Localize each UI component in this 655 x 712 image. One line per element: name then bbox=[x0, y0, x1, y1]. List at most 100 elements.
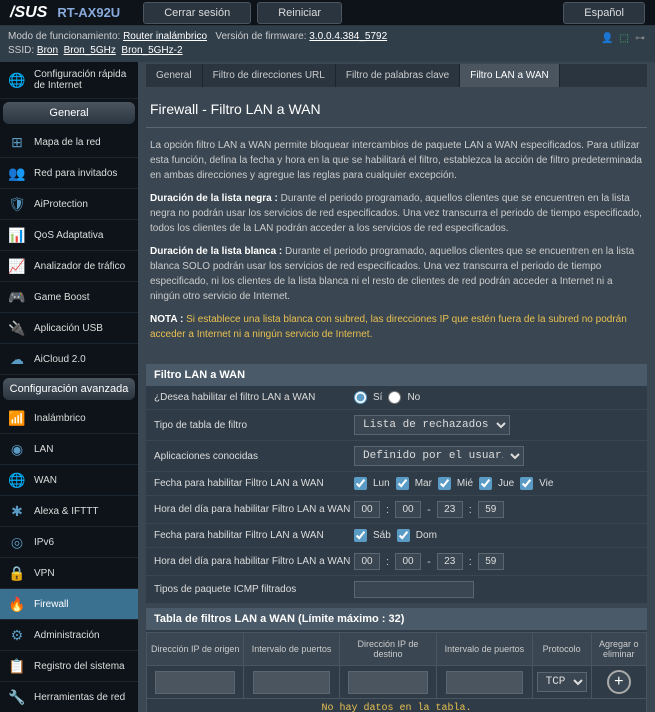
icmp-input[interactable] bbox=[354, 581, 474, 598]
sidebar-icon: 👥 bbox=[8, 165, 26, 181]
enable-yes-radio[interactable] bbox=[354, 391, 367, 404]
time1-label: Hora del día para habilitar Filtro LAN a… bbox=[154, 504, 354, 515]
sidebar-item-alexa-ifttt[interactable]: ✱ Alexa & IFTTT bbox=[0, 496, 138, 527]
day-Vie-checkbox[interactable] bbox=[520, 477, 533, 490]
brand-logo: /SUS bbox=[0, 4, 57, 22]
proto-select[interactable]: TCP bbox=[537, 672, 587, 692]
ssid-3[interactable]: Bron_5GHz-2 bbox=[121, 45, 182, 56]
sidebar-item-herramientas-de-red[interactable]: 🔧Herramientas de red bbox=[0, 682, 138, 712]
desc-p2-bold: Duración de la lista negra : bbox=[150, 193, 278, 204]
mode-link[interactable]: Router inalámbrico bbox=[123, 31, 207, 42]
ssid-label: SSID: bbox=[8, 45, 34, 56]
sidebar-icon: ☁ bbox=[8, 351, 26, 367]
reboot-button[interactable]: Reiniciar bbox=[257, 2, 342, 24]
sidebar-icon: 📊 bbox=[8, 227, 26, 243]
time1-m2[interactable] bbox=[478, 501, 504, 518]
globe-icon: 🌐 bbox=[8, 72, 26, 88]
sidebar-item-qos-adaptativa[interactable]: 📊 QoS Adaptativa bbox=[0, 220, 138, 251]
language-dropdown[interactable]: Español bbox=[563, 2, 645, 24]
content-area: General Filtro de direcciones URL Filtro… bbox=[138, 62, 655, 712]
day-Lun-checkbox[interactable] bbox=[354, 477, 367, 490]
sidebar-item-label: QoS Adaptativa bbox=[34, 230, 104, 241]
sidebar-item-inal-mbrico[interactable]: 📶Inalámbrico bbox=[0, 403, 138, 434]
sidebar-item-label: Inalámbrico bbox=[34, 413, 86, 424]
description: La opción filtro LAN a WAN permite bloqu… bbox=[146, 128, 647, 360]
ssid-1[interactable]: Bron bbox=[37, 45, 58, 56]
usb-icon[interactable]: ⊶ bbox=[635, 32, 645, 46]
apps-select[interactable]: Definido por el usuario bbox=[354, 446, 524, 466]
day-Mié-checkbox[interactable] bbox=[438, 477, 451, 490]
sidebar-item-vpn[interactable]: 🔒VPN bbox=[0, 558, 138, 589]
tabletype-select[interactable]: Lista de rechazados bbox=[354, 415, 510, 435]
time2-h1[interactable] bbox=[354, 553, 380, 570]
sidebar-item-aicloud-2-0[interactable]: ☁ AiCloud 2.0 bbox=[0, 344, 138, 375]
src-ip-input[interactable] bbox=[155, 671, 235, 694]
sidebar-item-aiprotection[interactable]: 🛡AiProtection bbox=[0, 189, 138, 220]
sidebar-icon: 🔥 bbox=[8, 596, 26, 612]
sidebar-item-wan[interactable]: 🌐WAN bbox=[0, 465, 138, 496]
day-Dom-checkbox[interactable] bbox=[397, 529, 410, 542]
tab-lan-wan-filter[interactable]: Filtro LAN a WAN bbox=[460, 64, 560, 87]
tab-keyword-filter[interactable]: Filtro de palabras clave bbox=[336, 64, 460, 87]
sidebar-item-analizador-de-tr-fico[interactable]: 📈Analizador de tráfico bbox=[0, 251, 138, 282]
sidebar-header-advanced: Configuración avanzada bbox=[3, 378, 135, 400]
time2-m2[interactable] bbox=[478, 553, 504, 570]
day-Jue-checkbox[interactable] bbox=[479, 477, 492, 490]
sidebar-item-label: Firewall bbox=[34, 599, 68, 610]
sidebar-item-label: IPv6 bbox=[34, 537, 54, 548]
sidebar-item-ipv6[interactable]: ◎IPv6 bbox=[0, 527, 138, 558]
sidebar-quick-setup[interactable]: 🌐 Configuración rápida de Internet bbox=[0, 62, 138, 99]
yes-label: Sí bbox=[373, 392, 382, 403]
time2-label: Hora del día para habilitar Filtro LAN a… bbox=[154, 556, 354, 567]
sidebar-item-label: AiCloud 2.0 bbox=[34, 354, 86, 365]
time1-h1[interactable] bbox=[354, 501, 380, 518]
day-Mar-checkbox[interactable] bbox=[396, 477, 409, 490]
note-bold: NOTA : bbox=[150, 314, 183, 325]
status-icon-2[interactable]: ⬚ bbox=[620, 32, 629, 46]
add-row-button[interactable]: + bbox=[607, 670, 631, 694]
col-action: Agregar o eliminar bbox=[591, 633, 646, 666]
tab-general[interactable]: General bbox=[146, 64, 203, 87]
section-header-filter: Filtro LAN a WAN bbox=[146, 364, 647, 386]
sidebar-item-aplicaci-n-usb[interactable]: 🔌Aplicación USB bbox=[0, 313, 138, 344]
info-bar: Modo de funcionamiento: Router inalámbri… bbox=[0, 26, 655, 62]
page-title: Firewall - Filtro LAN a WAN bbox=[146, 87, 647, 128]
sidebar-item-game-boost[interactable]: 🎮Game Boost bbox=[0, 282, 138, 313]
mode-label: Modo de funcionamiento: bbox=[8, 31, 120, 42]
dst-ip-input[interactable] bbox=[348, 671, 428, 694]
dst-port-input[interactable] bbox=[446, 671, 524, 694]
day-label: Vie bbox=[539, 478, 553, 489]
sidebar-item-label: Alexa & IFTTT bbox=[34, 506, 98, 517]
sidebar-item-label: Mapa de la red bbox=[34, 137, 101, 148]
section-header-table: Tabla de filtros LAN a WAN (Límite máxim… bbox=[146, 608, 647, 630]
enable-no-radio[interactable] bbox=[388, 391, 401, 404]
logout-button[interactable]: Cerrar sesión bbox=[143, 2, 251, 24]
sidebar-item-registro-del-sistema[interactable]: 📋Registro del sistema bbox=[0, 651, 138, 682]
sidebar-item-firewall[interactable]: 🔥 Firewall bbox=[0, 589, 138, 620]
firmware-link[interactable]: 3.0.0.4.384_5792 bbox=[309, 31, 387, 42]
sidebar-item-lan[interactable]: ◉LAN bbox=[0, 434, 138, 465]
day-Sáb-checkbox[interactable] bbox=[354, 529, 367, 542]
time1-h2[interactable] bbox=[437, 501, 463, 518]
col-src-ip: Dirección IP de origen bbox=[147, 633, 244, 666]
tabletype-label: Tipo de tabla de filtro bbox=[154, 420, 354, 431]
date1-label: Fecha para habilitar Filtro LAN a WAN bbox=[154, 478, 354, 489]
status-icon-1[interactable]: 👤 bbox=[601, 32, 613, 46]
src-port-input[interactable] bbox=[253, 671, 331, 694]
day-label: Mar bbox=[415, 478, 432, 489]
sidebar-item-label: Registro del sistema bbox=[34, 661, 125, 672]
sidebar-item-label: Red para invitados bbox=[34, 168, 117, 179]
sidebar-icon: ✱ bbox=[8, 503, 26, 519]
sidebar-item-mapa-de-la-red[interactable]: ⊞Mapa de la red bbox=[0, 127, 138, 158]
time1-m1[interactable] bbox=[395, 501, 421, 518]
day-label: Jue bbox=[498, 478, 514, 489]
top-bar: /SUS RT-AX92U Cerrar sesión Reiniciar Es… bbox=[0, 0, 655, 26]
sidebar-item-label: AiProtection bbox=[34, 199, 88, 210]
tab-url-filter[interactable]: Filtro de direcciones URL bbox=[203, 64, 336, 87]
time2-m1[interactable] bbox=[395, 553, 421, 570]
desc-p3-bold: Duración de la lista blanca : bbox=[150, 246, 282, 257]
ssid-2[interactable]: Bron_5GHz bbox=[64, 45, 116, 56]
sidebar-item-red-para-invitados[interactable]: 👥 Red para invitados bbox=[0, 158, 138, 189]
sidebar-item-administraci-n[interactable]: ⚙Administración bbox=[0, 620, 138, 651]
time2-h2[interactable] bbox=[437, 553, 463, 570]
